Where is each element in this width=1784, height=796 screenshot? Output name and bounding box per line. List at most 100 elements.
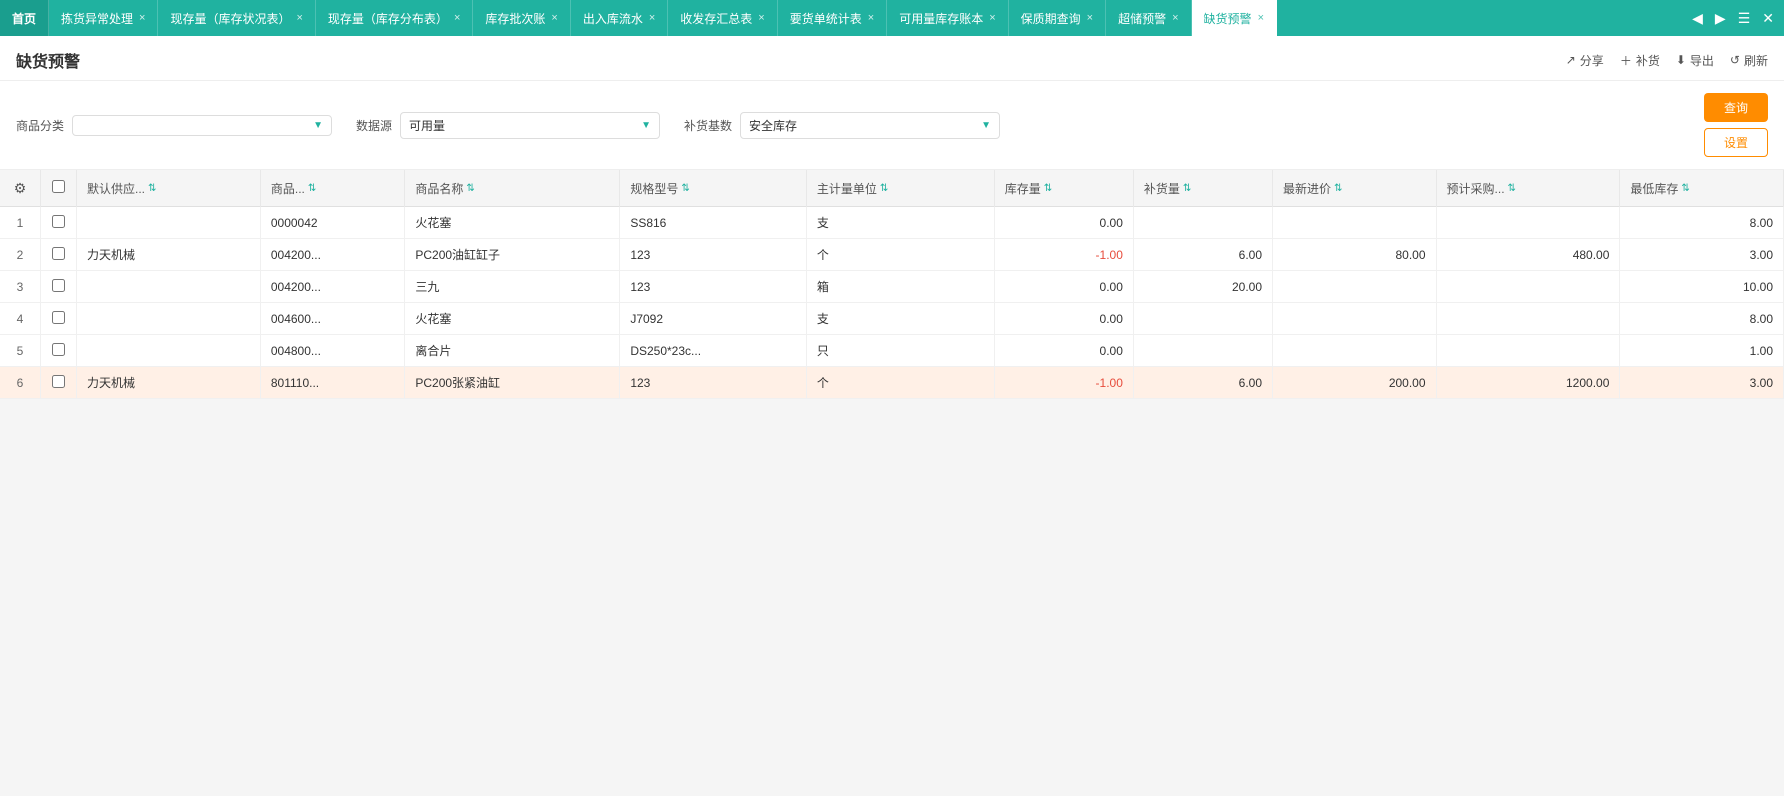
cell-checkbox-2[interactable]: [41, 271, 77, 303]
cell-estimated-2: [1436, 271, 1620, 303]
tab-expiry-query[interactable]: 保质期查询×: [1009, 0, 1106, 36]
sort-icon-replenish[interactable]: ⇅: [1183, 183, 1191, 194]
tab-home[interactable]: 首页: [0, 0, 49, 36]
row-checkbox-1[interactable]: [52, 247, 65, 260]
row-checkbox-5[interactable]: [52, 375, 65, 388]
tab-next-button[interactable]: ▶: [1709, 0, 1732, 36]
sort-icon-name[interactable]: ⇅: [466, 183, 474, 194]
sort-icon-unit[interactable]: ⇅: [880, 183, 888, 194]
tab-close-inout-flow[interactable]: ×: [649, 12, 655, 24]
sort-icon-code[interactable]: ⇅: [308, 183, 316, 194]
tab-close-avail-ledger[interactable]: ×: [989, 12, 995, 24]
cell-spec-3: J7092: [620, 303, 807, 335]
table-row[interactable]: 4 004600... 火花塞 J7092 支 0.00 8.00: [0, 303, 1784, 335]
table-row[interactable]: 3 004200... 三九 123 箱 0.00 20.00 10.00: [0, 271, 1784, 303]
table-container: ⚙ 默认供应...⇅ 商品...⇅ 商品名称⇅ 规格型号⇅: [0, 170, 1784, 399]
cell-stock-3: 0.00: [994, 303, 1133, 335]
header-actions: ↗ 分享 ＋ 补货 ⬇ 导出 ↺ 刷新: [1566, 52, 1768, 69]
tab-demand-stats[interactable]: 要货单统计表×: [778, 0, 887, 36]
shortage-table: ⚙ 默认供应...⇅ 商品...⇅ 商品名称⇅ 规格型号⇅: [0, 170, 1784, 399]
tab-close-expiry-query[interactable]: ×: [1087, 12, 1093, 24]
cell-estimated-5: 1200.00: [1436, 367, 1620, 399]
cell-spec-5: 123: [620, 367, 807, 399]
cell-index-3: 4: [0, 303, 41, 335]
tab-close-overstock[interactable]: ×: [1172, 12, 1178, 24]
tab-batch-ledger[interactable]: 库存批次账×: [473, 0, 570, 36]
cell-estimated-0: [1436, 207, 1620, 239]
share-action[interactable]: ↗ 分享: [1566, 52, 1604, 69]
tab-close-exception[interactable]: ×: [139, 12, 145, 24]
cell-stock-1: -1.00: [994, 239, 1133, 271]
datasource-select[interactable]: 可用量 ▼: [400, 112, 660, 139]
select-all-checkbox[interactable]: [52, 180, 65, 193]
gear-icon[interactable]: ⚙: [10, 178, 30, 198]
th-settings[interactable]: ⚙: [0, 170, 41, 207]
tab-menu-button[interactable]: ☰: [1732, 0, 1757, 36]
cell-spec-0: SS816: [620, 207, 807, 239]
tab-close-stock-status[interactable]: ×: [296, 12, 302, 24]
tab-close-button[interactable]: ✕: [1756, 0, 1780, 36]
query-button[interactable]: 查询: [1704, 93, 1768, 122]
tab-close-recv-summary[interactable]: ×: [758, 12, 764, 24]
tab-prev-button[interactable]: ◀: [1686, 0, 1709, 36]
page-content: 缺货预警 ↗ 分享 ＋ 补货 ⬇ 导出 ↺ 刷新 商品分类: [0, 36, 1784, 399]
cell-latest-price-5: 200.00: [1273, 367, 1437, 399]
table-row[interactable]: 6 力天机械 801110... PC200张紧油缸 123 个 -1.00 6…: [0, 367, 1784, 399]
table-row[interactable]: 1 0000042 火花塞 SS816 支 0.00 8.00: [0, 207, 1784, 239]
th-replenish-qty-label: 补货量: [1144, 180, 1180, 197]
cell-name-0: 火花塞: [405, 207, 620, 239]
cell-unit-3: 支: [806, 303, 994, 335]
table-row[interactable]: 5 004800... 离合片 DS250*23c... 只 0.00 1.00: [0, 335, 1784, 367]
cell-min-stock-4: 1.00: [1620, 335, 1784, 367]
tab-inout-flow[interactable]: 出入库流水×: [571, 0, 668, 36]
tab-recv-summary[interactable]: 收发存汇总表×: [668, 0, 777, 36]
tab-close-shortage[interactable]: ×: [1258, 12, 1264, 24]
cell-index-0: 1: [0, 207, 41, 239]
refresh-action[interactable]: ↺ 刷新: [1730, 52, 1768, 69]
row-checkbox-0[interactable]: [52, 215, 65, 228]
th-default-supplier: 默认供应...⇅: [77, 170, 261, 207]
tab-overstock[interactable]: 超储预警×: [1106, 0, 1191, 36]
cell-checkbox-5[interactable]: [41, 367, 77, 399]
cell-unit-4: 只: [806, 335, 994, 367]
datasource-select-value: 可用量: [409, 117, 445, 134]
cell-checkbox-0[interactable]: [41, 207, 77, 239]
tab-close-stock-dist[interactable]: ×: [454, 12, 460, 24]
replenish-action[interactable]: ＋ 补货: [1620, 52, 1660, 69]
tab-avail-ledger[interactable]: 可用量库存账本×: [887, 0, 1008, 36]
sort-icon-price[interactable]: ⇅: [1334, 183, 1342, 194]
row-checkbox-2[interactable]: [52, 279, 65, 292]
sort-icon-purchase[interactable]: ⇅: [1508, 183, 1516, 194]
export-action[interactable]: ⬇ 导出: [1676, 52, 1714, 69]
sort-icon-spec[interactable]: ⇅: [681, 183, 689, 194]
category-select[interactable]: ▼: [72, 115, 332, 136]
replenish-base-select[interactable]: 安全库存 ▼: [740, 112, 1000, 139]
settings-button[interactable]: 设置: [1704, 128, 1768, 157]
tab-exception[interactable]: 拣货异常处理×: [49, 0, 158, 36]
cell-min-stock-2: 10.00: [1620, 271, 1784, 303]
sort-icon-supplier[interactable]: ⇅: [148, 183, 156, 194]
cell-stock-5: -1.00: [994, 367, 1133, 399]
row-checkbox-3[interactable]: [52, 311, 65, 324]
th-min-stock-label: 最低库存: [1630, 180, 1678, 197]
tab-close-demand-stats[interactable]: ×: [868, 12, 874, 24]
sort-icon-min-stock[interactable]: ⇅: [1681, 183, 1689, 194]
category-select-arrow: ▼: [313, 120, 323, 131]
cell-checkbox-1[interactable]: [41, 239, 77, 271]
cell-replenish-1: 6.00: [1133, 239, 1272, 271]
th-estimated-purchase-label: 预计采购...: [1447, 180, 1505, 197]
row-checkbox-4[interactable]: [52, 343, 65, 356]
sort-icon-stock[interactable]: ⇅: [1044, 183, 1052, 194]
tab-stock-dist[interactable]: 现存量（库存分布表）×: [316, 0, 473, 36]
cell-latest-price-1: 80.00: [1273, 239, 1437, 271]
cell-checkbox-3[interactable]: [41, 303, 77, 335]
tab-stock-status[interactable]: 现存量（库存状况表）×: [158, 0, 315, 36]
table-row[interactable]: 2 力天机械 004200... PC200油缸缸子 123 个 -1.00 6…: [0, 239, 1784, 271]
datasource-filter-group: 数据源 可用量 ▼: [356, 112, 660, 139]
th-replenish-qty: 补货量⇅: [1133, 170, 1272, 207]
tab-close-batch-ledger[interactable]: ×: [551, 12, 557, 24]
cell-checkbox-4[interactable]: [41, 335, 77, 367]
tab-shortage[interactable]: 缺货预警×: [1192, 0, 1277, 36]
cell-name-4: 离合片: [405, 335, 620, 367]
replenish-label: 补货: [1636, 52, 1660, 69]
